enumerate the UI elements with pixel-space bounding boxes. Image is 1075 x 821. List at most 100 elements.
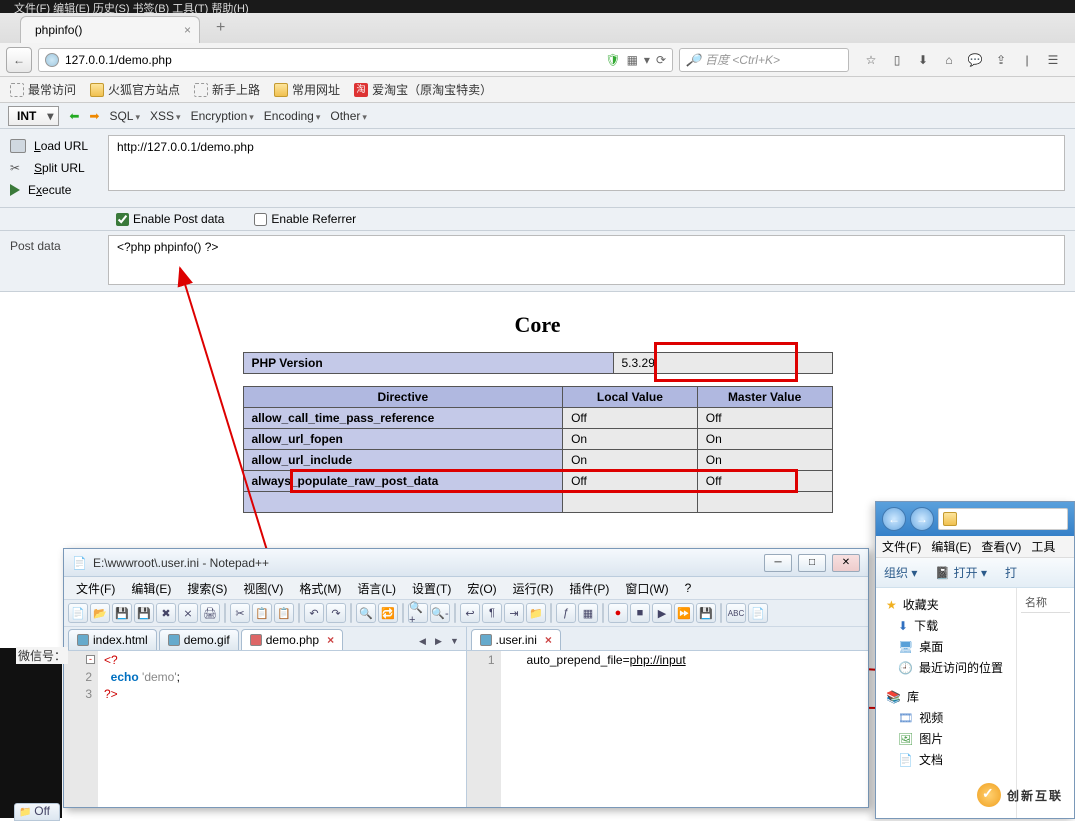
bm-most-visited[interactable]: 最常访问 <box>10 81 76 98</box>
tb-copy-icon[interactable]: 📋 <box>252 603 272 623</box>
url-input[interactable]: 🛡 ▦ ▾ ⟳ <box>38 48 673 72</box>
tb-rec-icon[interactable]: ● <box>608 603 628 623</box>
tb-func-icon[interactable]: ƒ <box>556 603 576 623</box>
back-arrow-icon[interactable]: ⬅ <box>69 109 79 123</box>
tb-find-icon[interactable]: 🔍 <box>356 603 376 623</box>
tb-zoomout-icon[interactable]: 🔍- <box>430 603 450 623</box>
encoding-menu[interactable]: Encoding <box>264 109 321 123</box>
tb-showall-icon[interactable]: ¶ <box>482 603 502 623</box>
browser-tab-phpinfo[interactable]: phpinfo() × <box>20 16 200 43</box>
reload-icon[interactable]: ⟳ <box>656 53 666 67</box>
menu-edit[interactable]: 编辑(E) <box>125 578 177 599</box>
tb-play-icon[interactable]: ▶ <box>652 603 672 623</box>
tb-paste-icon[interactable]: 📋 <box>274 603 294 623</box>
col-name[interactable]: 名称 <box>1021 592 1070 613</box>
menu-file[interactable]: 文件(F) <box>70 578 121 599</box>
hackbar-url-textarea[interactable]: http://127.0.0.1/demo.php <box>108 135 1065 191</box>
exp-menu-edit[interactable]: 编辑(E) <box>931 538 971 555</box>
tb-cut-icon[interactable]: ✂ <box>230 603 250 623</box>
tb-abc-icon[interactable]: ABC <box>726 603 746 623</box>
tb-replace-icon[interactable]: 🔁 <box>378 603 398 623</box>
right-editor[interactable]: 1 auto_prepend_file=php://input <box>467 651 869 807</box>
tab-close-icon[interactable]: × <box>327 633 334 647</box>
tb-save-icon[interactable]: 💾 <box>112 603 132 623</box>
exp-address-bar[interactable] <box>938 508 1068 530</box>
tab-index-html[interactable]: index.html <box>68 629 157 650</box>
open-button[interactable]: 📓 打开 ▾ <box>935 564 987 581</box>
print-button[interactable]: 打 <box>1005 564 1017 581</box>
sql-menu[interactable]: SQL <box>109 109 140 123</box>
organize-button[interactable]: 组织 ▾ <box>884 564 917 581</box>
bm-firefox-official[interactable]: 火狐官方站点 <box>90 81 180 98</box>
exp-menu-tools[interactable]: 工具 <box>1031 538 1055 555</box>
tb-saveall-icon[interactable]: 💾 <box>134 603 154 623</box>
encryption-menu[interactable]: Encryption <box>191 109 254 123</box>
menu-settings[interactable]: 设置(T) <box>406 578 457 599</box>
tab-user-ini[interactable]: .user.ini× <box>471 629 561 650</box>
dropdown-icon[interactable]: ▾ <box>644 53 650 67</box>
bookmark-star-icon[interactable]: ☆ <box>863 52 879 68</box>
tb-save2-icon[interactable]: 💾 <box>696 603 716 623</box>
tab-close-icon[interactable]: × <box>545 633 552 647</box>
chat-icon[interactable]: 💬 <box>967 52 983 68</box>
downloads-icon[interactable]: ⬇ <box>915 52 931 68</box>
share-icon[interactable]: ⇪ <box>993 52 1009 68</box>
tab-list-icon[interactable]: ▼ <box>448 636 462 650</box>
tab-demo-php[interactable]: demo.php× <box>241 629 343 650</box>
menu-macro[interactable]: 宏(O) <box>461 578 502 599</box>
tb-map-icon[interactable]: ▦ <box>578 603 598 623</box>
menu-lang[interactable]: 语言(L) <box>351 578 402 599</box>
tb-close-icon[interactable]: ✖ <box>156 603 176 623</box>
tb-doc-icon[interactable]: 📄 <box>748 603 768 623</box>
exp-menu-file[interactable]: 文件(F) <box>882 538 921 555</box>
menu-help[interactable]: ? <box>679 579 698 597</box>
post-data-textarea[interactable]: <?php phpinfo() ?> <box>108 235 1065 285</box>
search-box[interactable]: 🔎 百度 <Ctrl+K> <box>679 48 849 72</box>
notepadpp-window[interactable]: 📄 E:\wwwroot\.user.ini - Notepad++ ─ □ ✕… <box>63 548 869 808</box>
url-field[interactable] <box>65 53 605 67</box>
shield-icon[interactable]: 🛡 <box>605 53 620 67</box>
menu-run[interactable]: 运行(R) <box>507 578 560 599</box>
exp-menu-view[interactable]: 查看(V) <box>981 538 1021 555</box>
reader-icon[interactable]: ▯ <box>889 52 905 68</box>
bm-getting-started[interactable]: 新手上路 <box>194 81 260 98</box>
menu-search[interactable]: 搜索(S) <box>181 578 233 599</box>
tab-close-icon[interactable]: × <box>184 23 191 37</box>
close-button[interactable]: ✕ <box>832 554 860 572</box>
npp-titlebar[interactable]: 📄 E:\wwwroot\.user.ini - Notepad++ ─ □ ✕ <box>64 549 868 577</box>
tb-wrap-icon[interactable]: ↩ <box>460 603 480 623</box>
tab-next-icon[interactable]: ▶ <box>432 636 446 650</box>
bm-common-urls[interactable]: 常用网址 <box>274 81 340 98</box>
tb-closeall-icon[interactable]: ⨯ <box>178 603 198 623</box>
int-select[interactable]: INT <box>8 106 59 126</box>
tb-undo-icon[interactable]: ↶ <box>304 603 324 623</box>
execute-button[interactable]: Execute <box>0 179 108 201</box>
bm-aitaobao[interactable]: 淘爱淘宝（原淘宝特卖） <box>354 81 492 98</box>
tb-indent-icon[interactable]: ⇥ <box>504 603 524 623</box>
minimize-button[interactable]: ─ <box>764 554 792 572</box>
tab-demo-gif[interactable]: demo.gif <box>159 629 239 650</box>
tb-folder-icon[interactable]: 📁 <box>526 603 546 623</box>
load-url-button[interactable]: Load URL <box>0 135 108 157</box>
menu-view[interactable]: 视图(V) <box>237 578 289 599</box>
menu-format[interactable]: 格式(M) <box>293 578 347 599</box>
tb-redo-icon[interactable]: ↷ <box>326 603 346 623</box>
split-url-button[interactable]: ✂Split URL <box>0 157 108 179</box>
grid-icon[interactable]: ▦ <box>627 53 638 67</box>
forward-arrow-icon[interactable]: ➡ <box>89 109 99 123</box>
tb-open-icon[interactable]: 📂 <box>90 603 110 623</box>
menu-window[interactable]: 窗口(W) <box>619 578 674 599</box>
exp-back-button[interactable]: ← <box>882 507 906 531</box>
explorer-window[interactable]: ← → 文件(F) 编辑(E) 查看(V) 工具 组织 ▾ 📓 打开 ▾ 打 ★… <box>875 501 1075 819</box>
left-editor[interactable]: 123 - <? echo 'demo'; ?> <box>64 651 466 807</box>
tb-zoomin-icon[interactable]: 🔍+ <box>408 603 428 623</box>
enable-referrer-checkbox[interactable]: Enable Referrer <box>254 212 356 226</box>
tb-new-icon[interactable]: 📄 <box>68 603 88 623</box>
exp-fwd-button[interactable]: → <box>910 507 934 531</box>
new-tab-button[interactable]: + <box>210 13 231 43</box>
xss-menu[interactable]: XSS <box>150 109 181 123</box>
fold-icon[interactable]: - <box>86 655 95 664</box>
enable-post-checkbox[interactable]: Enable Post data <box>116 212 224 226</box>
more-icon[interactable]: ☰ <box>1045 52 1061 68</box>
tab-prev-icon[interactable]: ◀ <box>416 636 430 650</box>
